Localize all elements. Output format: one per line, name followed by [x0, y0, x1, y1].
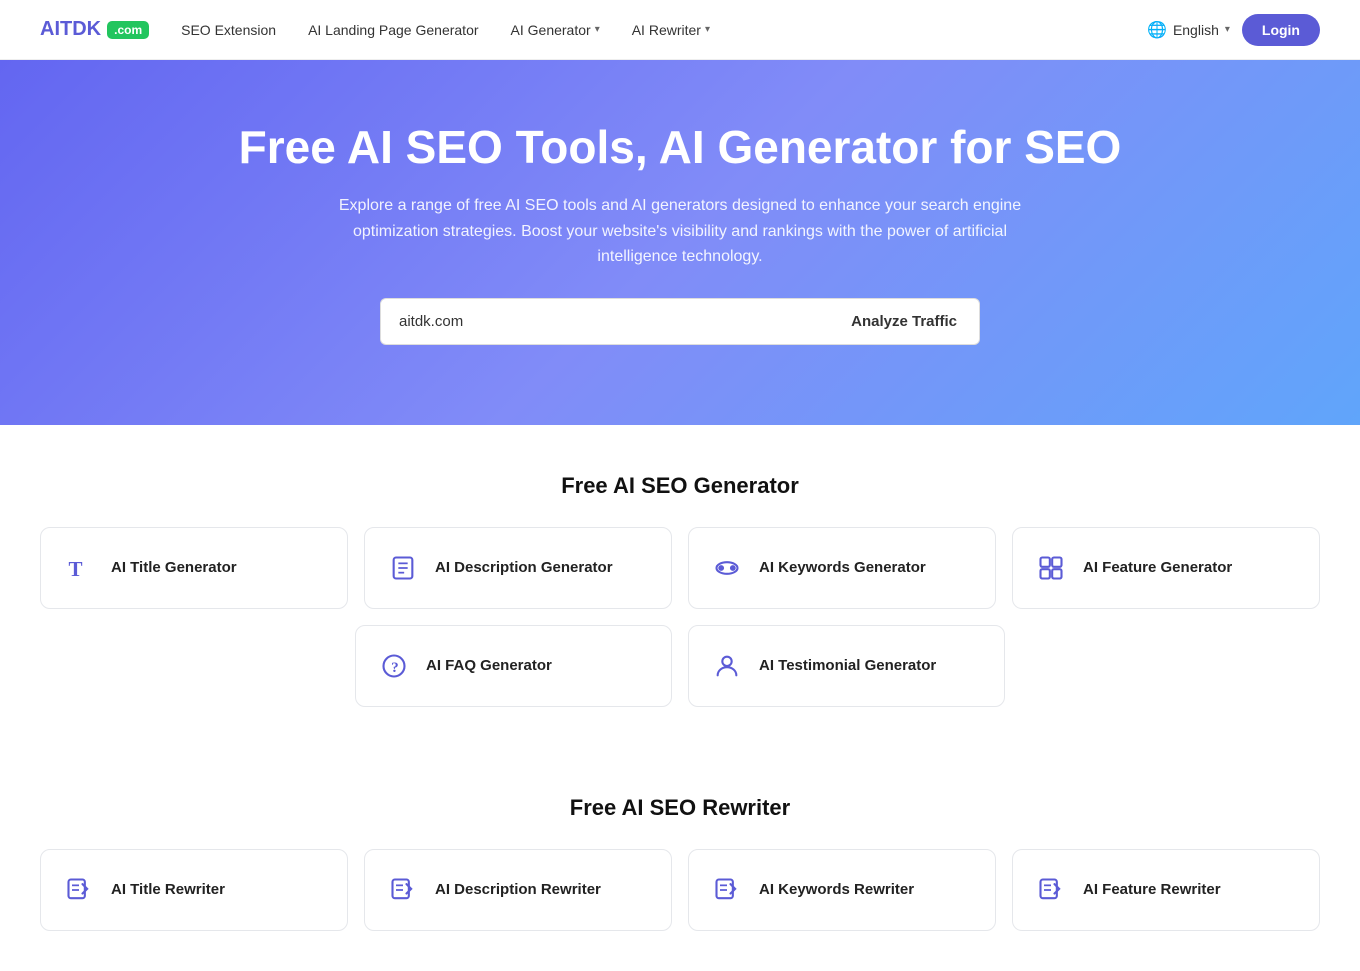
- card-ai-keywords-generator[interactable]: AI Keywords Generator: [688, 527, 996, 609]
- nav-ai-rewriter[interactable]: AI Rewriter ▾: [632, 22, 710, 38]
- nav-landing-page[interactable]: AI Landing Page Generator: [308, 22, 478, 38]
- lang-label: English: [1173, 22, 1219, 38]
- generator-cards-row2: ? AI FAQ Generator AI Testimonial Genera…: [355, 625, 1005, 707]
- navbar: AITDK .com SEO Extension AI Landing Page…: [0, 0, 1360, 60]
- language-selector[interactable]: 🌐 English ▾: [1147, 20, 1230, 40]
- globe-icon: 🌐: [1147, 20, 1167, 40]
- feature-icon: [1033, 550, 1069, 586]
- card-ai-feature-generator[interactable]: AI Feature Generator: [1012, 527, 1320, 609]
- hero-section: Free AI SEO Tools, AI Generator for SEO …: [0, 60, 1360, 425]
- card-ai-description-generator[interactable]: AI Description Generator: [364, 527, 672, 609]
- nav-ai-generator[interactable]: AI Generator ▾: [511, 22, 600, 38]
- navbar-right: 🌐 English ▾ Login: [1147, 14, 1320, 46]
- card-ai-title-rewriter[interactable]: AI Title Rewriter: [40, 849, 348, 931]
- card-ai-faq-generator[interactable]: ? AI FAQ Generator: [355, 625, 672, 707]
- card-label: AI Testimonial Generator: [759, 657, 936, 674]
- card-label: AI Title Rewriter: [111, 881, 225, 898]
- card-label: AI Title Generator: [111, 559, 237, 576]
- logo-dot: .com: [107, 21, 149, 39]
- rewrite-icon: [709, 872, 745, 908]
- rewrite-icon: [385, 872, 421, 908]
- logo-text: AITDK: [40, 18, 101, 41]
- generator-section: Free AI SEO Generator T AI Title Generat…: [0, 425, 1360, 747]
- chevron-down-icon: ▾: [1225, 24, 1230, 35]
- hero-subtitle: Explore a range of free AI SEO tools and…: [320, 193, 1040, 270]
- card-label: AI Keywords Rewriter: [759, 881, 914, 898]
- keywords-icon: [709, 550, 745, 586]
- hero-title: Free AI SEO Tools, AI Generator for SEO: [239, 120, 1122, 175]
- card-label: AI FAQ Generator: [426, 657, 552, 674]
- generator-cards-row1: T AI Title Generator AI Description Gene…: [40, 527, 1320, 609]
- title-icon: T: [61, 550, 97, 586]
- card-ai-description-rewriter[interactable]: AI Description Rewriter: [364, 849, 672, 931]
- rewrite-icon: [1033, 872, 1069, 908]
- analyze-traffic-button[interactable]: Analyze Traffic: [829, 298, 980, 345]
- card-label: AI Keywords Generator: [759, 559, 926, 576]
- nav-seo-extension[interactable]: SEO Extension: [181, 22, 276, 38]
- card-ai-feature-rewriter[interactable]: AI Feature Rewriter: [1012, 849, 1320, 931]
- svg-text:?: ?: [391, 659, 399, 676]
- chevron-down-icon: ▾: [595, 24, 600, 35]
- rewrite-icon: [61, 872, 97, 908]
- card-ai-title-generator[interactable]: T AI Title Generator: [40, 527, 348, 609]
- traffic-search-input[interactable]: [380, 298, 829, 345]
- chevron-down-icon: ▾: [705, 24, 710, 35]
- card-label: AI Feature Rewriter: [1083, 881, 1221, 898]
- card-label: AI Feature Generator: [1083, 559, 1232, 576]
- description-icon: [385, 550, 421, 586]
- login-button[interactable]: Login: [1242, 14, 1320, 46]
- testimonial-icon: [709, 648, 745, 684]
- card-label: AI Description Rewriter: [435, 881, 601, 898]
- rewriter-cards-row1: AI Title Rewriter AI Description Rewrite…: [40, 849, 1320, 931]
- navbar-left: AITDK .com SEO Extension AI Landing Page…: [40, 18, 710, 41]
- hero-search-bar: Analyze Traffic: [380, 298, 980, 345]
- faq-icon: ?: [376, 648, 412, 684]
- rewriter-section-title: Free AI SEO Rewriter: [40, 795, 1320, 821]
- logo[interactable]: AITDK .com: [40, 18, 149, 41]
- card-label: AI Description Generator: [435, 559, 613, 576]
- card-ai-keywords-rewriter[interactable]: AI Keywords Rewriter: [688, 849, 996, 931]
- card-ai-testimonial-generator[interactable]: AI Testimonial Generator: [688, 625, 1005, 707]
- generator-section-title: Free AI SEO Generator: [40, 473, 1320, 499]
- svg-text:T: T: [69, 557, 83, 581]
